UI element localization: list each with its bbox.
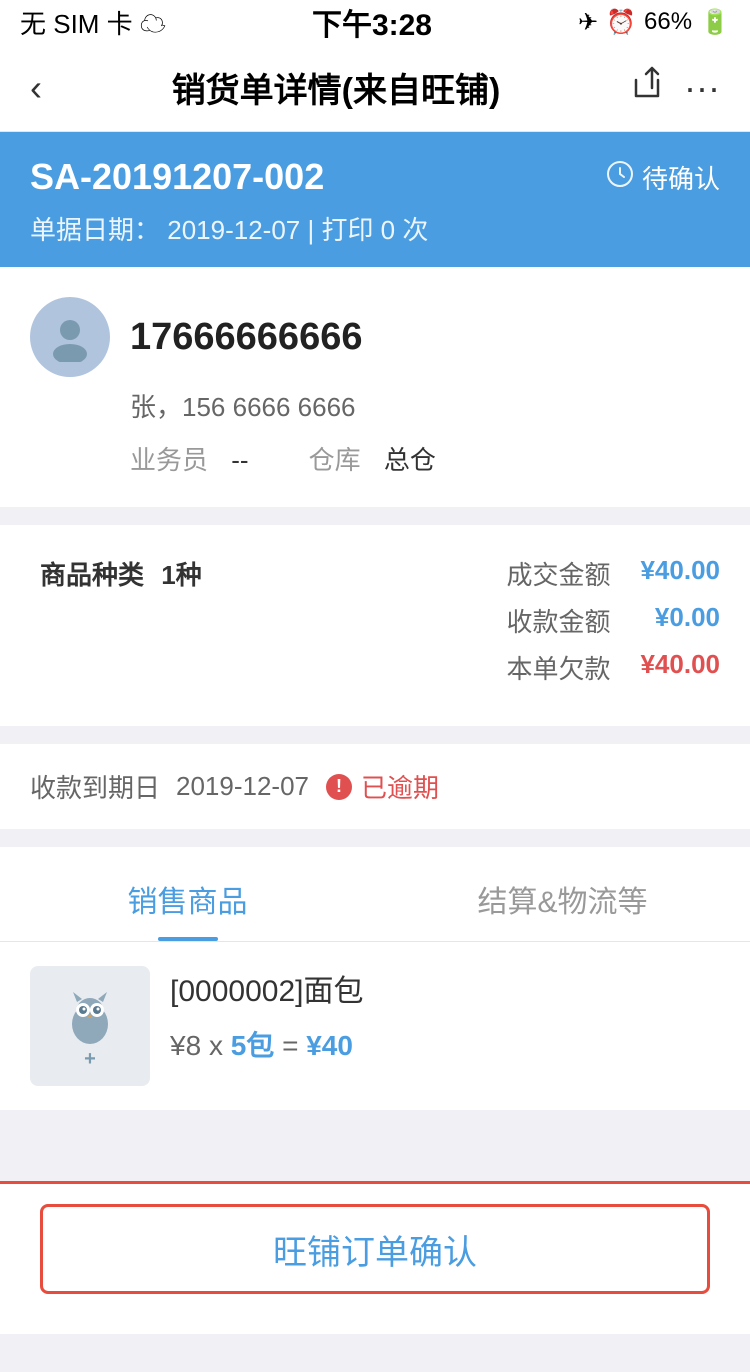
warehouse-info: 仓库 总仓 [309, 440, 436, 477]
nav-bar: ‹ 销货单详情(来自旺铺) ··· [0, 44, 750, 132]
customer-meta: 业务员 -- 仓库 总仓 [130, 440, 720, 477]
product-image: + [30, 966, 150, 1086]
warehouse-value: 总仓 [384, 445, 436, 475]
warehouse-label: 仓库 [309, 445, 361, 475]
salesperson-label: 业务员 [130, 445, 208, 475]
svg-text:!: ! [336, 776, 342, 796]
bottom-bar: 旺铺订单确认 [0, 1181, 750, 1334]
customer-phone: 17666666666 [130, 316, 362, 359]
share-button[interactable] [630, 66, 664, 109]
nav-left: ‹ [30, 67, 42, 109]
order-date-row: 单据日期： 2019-12-07 | 打印 0 次 [30, 210, 720, 247]
alarm-icon: ⏰ [606, 8, 636, 37]
divider-3 [0, 831, 750, 847]
product-types-label: 商品种类 [40, 560, 144, 590]
due-date-section: 收款到期日 2019-12-07 ! 已逾期 [0, 744, 750, 829]
product-item: + [0000002]面包 ¥8 x 5包 = ¥40 [0, 942, 750, 1110]
due-date-label: 收款到期日 [30, 768, 160, 805]
unit-price: ¥8 [170, 1030, 201, 1061]
status-bar: 无 SIM 卡 ☁ 下午3:28 ✈ ⏰ 66% 🔋 [0, 0, 750, 44]
status-time: 下午3:28 [312, 0, 432, 44]
customer-row: 17666666666 [30, 297, 720, 377]
nav-right: ··· [630, 66, 720, 109]
salesperson-value: -- [231, 445, 248, 475]
order-id: SA-20191207-002 [30, 156, 324, 198]
owed-value: ¥40.00 [640, 649, 720, 686]
logo-plus: + [84, 1048, 96, 1071]
summary-section: 商品种类 1种 成交金额 ¥40.00 收款金额 ¥0.00 本单欠款 ¥40.… [0, 525, 750, 726]
deal-amount-value: ¥40.00 [640, 555, 720, 592]
product-types-value: 1种 [161, 560, 201, 590]
customer-name: 张，156 6666 6666 [130, 387, 720, 424]
tab-settlement-logistics[interactable]: 结算&物流等 [375, 847, 750, 941]
received-row: 收款金额 ¥0.00 [506, 602, 720, 639]
amount-summary: 成交金额 ¥40.00 收款金额 ¥0.00 本单欠款 ¥40.00 [506, 555, 720, 696]
overdue-badge: ! 已逾期 [325, 768, 439, 805]
divider-2 [0, 728, 750, 744]
tab-sales-products[interactable]: 销售商品 [0, 847, 375, 941]
back-button[interactable]: ‹ [30, 67, 42, 109]
deal-amount-row: 成交金额 ¥40.00 [506, 555, 720, 592]
status-left: 无 SIM 卡 ☁ [20, 4, 166, 41]
sim-label: 无 SIM 卡 ☁ [20, 4, 166, 41]
battery-label: 66% [644, 8, 692, 36]
overdue-text: 已逾期 [361, 768, 439, 805]
order-header-card: SA-20191207-002 待确认 单据日期： 2019-12-07 | 打… [0, 132, 750, 267]
more-button[interactable]: ··· [684, 67, 720, 109]
received-label: 收款金额 [506, 602, 610, 639]
quantity: 5包 [231, 1030, 275, 1061]
order-header-top: SA-20191207-002 待确认 [30, 156, 720, 198]
product-types: 商品种类 1种 [30, 555, 202, 592]
avatar [30, 297, 110, 377]
total-price: ¥40 [306, 1030, 353, 1061]
status-right: ✈ ⏰ 66% 🔋 [578, 8, 730, 37]
owed-row: 本单欠款 ¥40.00 [506, 649, 720, 686]
confirm-order-button[interactable]: 旺铺订单确认 [40, 1204, 710, 1294]
tabs: 销售商品 结算&物流等 [0, 847, 750, 942]
received-value: ¥0.00 [655, 602, 720, 639]
due-date-value: 2019-12-07 [176, 771, 309, 802]
product-price-formula: ¥8 x 5包 = ¥40 [170, 1024, 720, 1064]
order-status: 待确认 [606, 159, 720, 196]
salesperson-info: 业务员 -- [130, 440, 249, 477]
multiply-sign: x [209, 1030, 223, 1061]
battery-icon: 🔋 [700, 8, 730, 37]
equals-sign: = [282, 1030, 298, 1061]
product-info: [0000002]面包 ¥8 x 5包 = ¥40 [170, 966, 720, 1086]
clock-icon [606, 160, 634, 195]
divider-1 [0, 509, 750, 525]
owed-label: 本单欠款 [506, 649, 610, 686]
location-icon: ✈ [578, 8, 598, 37]
customer-section: 17666666666 张，156 6666 6666 业务员 -- 仓库 总仓 [0, 267, 750, 507]
status-text: 待确认 [642, 159, 720, 196]
deal-amount-label: 成交金额 [506, 555, 610, 592]
product-name: [0000002]面包 [170, 966, 720, 1010]
page-title: 销货单详情(来自旺铺) [172, 63, 501, 112]
